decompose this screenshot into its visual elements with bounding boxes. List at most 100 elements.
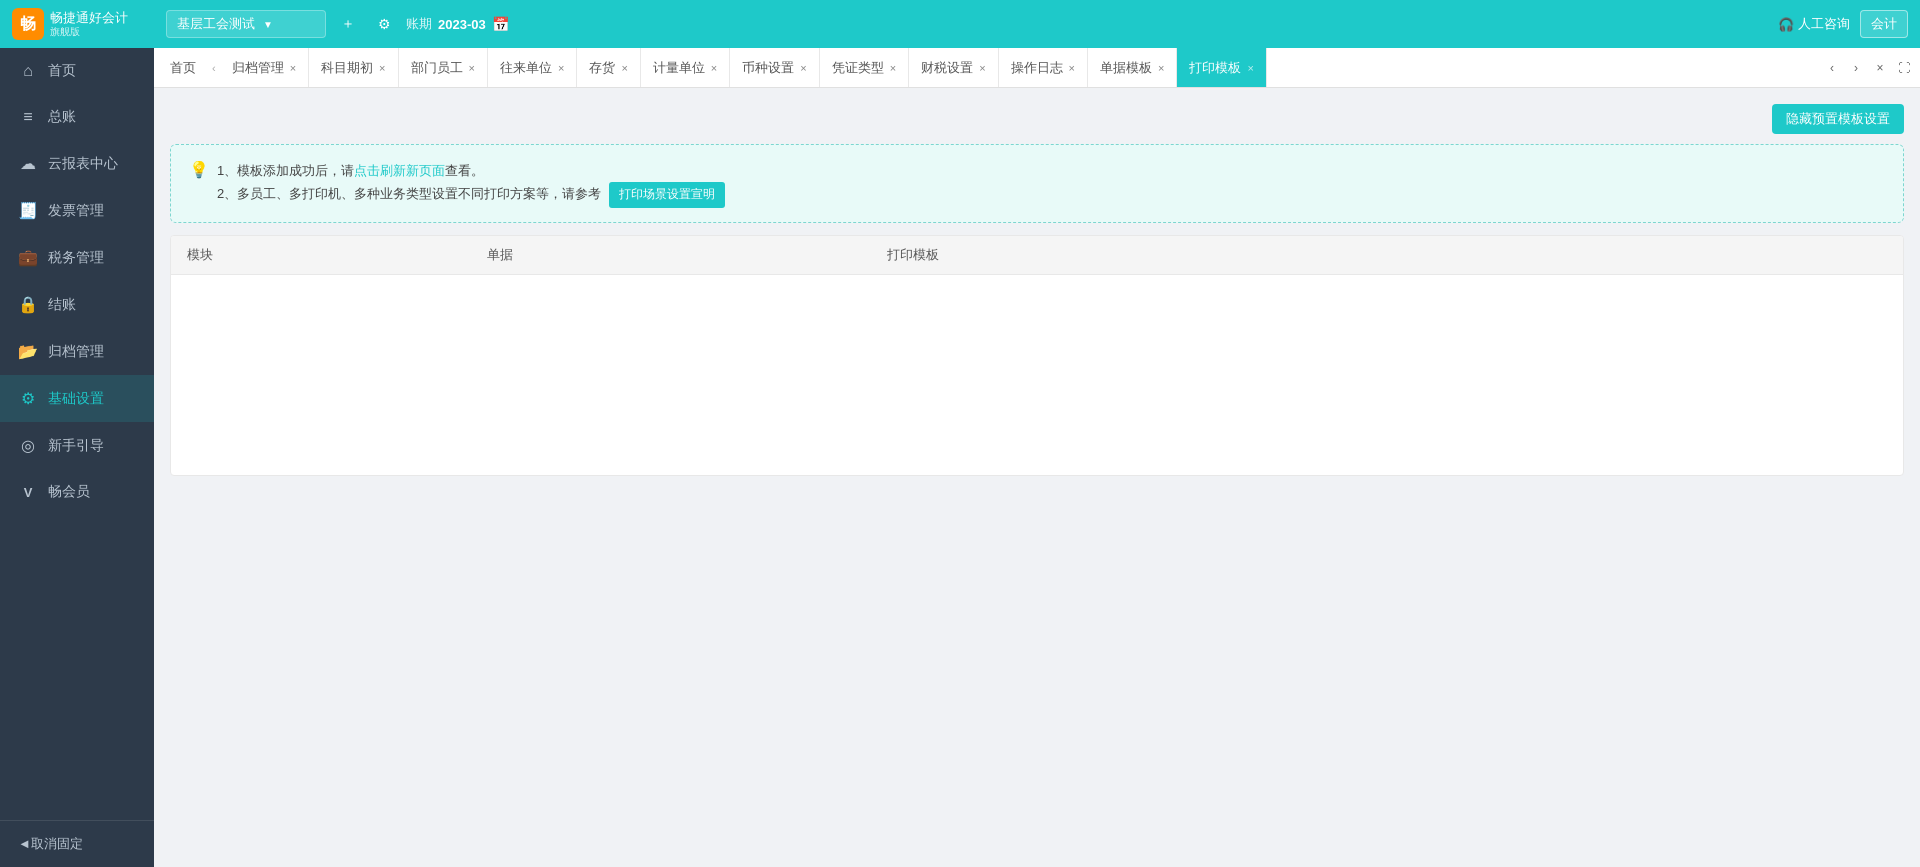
invoice-icon: 🧾 (18, 201, 38, 220)
tab-voucher[interactable]: 凭证类型 × (820, 48, 909, 88)
main-layout: ⌂ 首页 ≡ 总账 ☁ 云报表中心 🧾 发票管理 💼 税务管理 🔒 结账 📂 归… (0, 48, 1920, 867)
tab-inventory[interactable]: 存货 × (577, 48, 640, 88)
sidebar-label-settlement: 结账 (48, 296, 76, 314)
hide-template-button[interactable]: 隐藏预置模板设置 (1772, 104, 1904, 134)
tab-dept-close[interactable]: × (469, 62, 475, 74)
info-line1-suffix: 查看。 (445, 163, 484, 178)
sidebar-item-ledger[interactable]: ≡ 总账 (0, 94, 154, 140)
tab-voucher-close[interactable]: × (890, 62, 896, 74)
tab-single-form-label: 单据模板 (1100, 59, 1152, 77)
sidebar: ⌂ 首页 ≡ 总账 ☁ 云报表中心 🧾 发票管理 💼 税务管理 🔒 结账 📂 归… (0, 48, 154, 867)
content-area: 首页 ‹ 归档管理 × 科目期初 × 部门员工 × 往来单位 × 存货 × (154, 48, 1920, 867)
tab-single-form[interactable]: 单据模板 × (1088, 48, 1177, 88)
tab-print-template[interactable]: 打印模板 × (1177, 48, 1266, 88)
top-bar: 畅 畅捷通好会计 旗舰版 基层工会测试 ▼ ＋ ⚙ 账期 2023-03 📅 🎧… (0, 0, 1920, 48)
tab-dept-label: 部门员工 (411, 59, 463, 77)
tab-dept[interactable]: 部门员工 × (399, 48, 488, 88)
tab-subject[interactable]: 科目期初 × (309, 48, 398, 88)
service-label: 人工咨询 (1798, 15, 1850, 33)
sidebar-label-member: 畅会员 (48, 483, 90, 501)
sidebar-item-settlement[interactable]: 🔒 结账 (0, 281, 154, 328)
sidebar-label-home: 首页 (48, 62, 76, 80)
sidebar-label-reports: 云报表中心 (48, 155, 118, 173)
settlement-icon: 🔒 (18, 295, 38, 314)
company-selector[interactable]: 基层工会测试 ▼ (166, 10, 326, 38)
tab-subject-label: 科目期初 (321, 59, 373, 77)
company-name: 基层工会测试 (177, 15, 255, 33)
settings-icon[interactable]: ⚙ (370, 10, 398, 38)
cloud-icon: ☁ (18, 154, 38, 173)
sidebar-item-settings[interactable]: ⚙ 基础设置 (0, 375, 154, 422)
tab-currency-close[interactable]: × (800, 62, 806, 74)
archive-icon: 📂 (18, 342, 38, 361)
calendar-icon[interactable]: 📅 (492, 16, 509, 32)
tab-archive[interactable]: 归档管理 × (220, 48, 309, 88)
tab-expand-button[interactable]: ⛶ (1892, 48, 1916, 88)
sidebar-item-invoice[interactable]: 🧾 发票管理 (0, 187, 154, 234)
tab-oplog[interactable]: 操作日志 × (999, 48, 1088, 88)
top-action-row: 隐藏预置模板设置 (170, 104, 1904, 134)
period-area: 账期 2023-03 📅 (406, 15, 509, 33)
tab-archive-close[interactable]: × (290, 62, 296, 74)
tab-inventory-close[interactable]: × (621, 62, 627, 74)
ledger-icon: ≡ (18, 108, 38, 126)
unpin-button[interactable]: ◄取消固定 (0, 820, 154, 867)
sidebar-item-home[interactable]: ⌂ 首页 (0, 48, 154, 94)
tab-partner-close[interactable]: × (558, 62, 564, 74)
tab-currency[interactable]: 币种设置 × (730, 48, 819, 88)
unpin-label: ◄取消固定 (18, 835, 83, 853)
sidebar-item-tax[interactable]: 💼 税务管理 (0, 234, 154, 281)
tab-partner[interactable]: 往来单位 × (488, 48, 577, 88)
tab-single-form-close[interactable]: × (1158, 62, 1164, 74)
sidebar-label-settings: 基础设置 (48, 390, 104, 408)
tab-home-label: 首页 (170, 59, 196, 77)
tab-close-all-button[interactable]: × (1868, 48, 1892, 88)
account-button[interactable]: 会计 (1860, 10, 1908, 38)
tab-subject-close[interactable]: × (379, 62, 385, 74)
settings-sidebar-icon: ⚙ (18, 389, 38, 408)
sidebar-item-member[interactable]: V 畅会员 (0, 469, 154, 515)
tab-unit-close[interactable]: × (711, 62, 717, 74)
print-scene-button[interactable]: 打印场景设置宣明 (609, 182, 725, 208)
tab-home[interactable]: 首页 (158, 48, 208, 88)
sidebar-item-archive[interactable]: 📂 归档管理 (0, 328, 154, 375)
app-name: 畅捷通好会计 旗舰版 (50, 10, 128, 38)
info-box-row: 💡 1、模板添加成功后，请点击刷新新页面查看。 2、多员工、多打印机、多种业务类… (189, 159, 1885, 208)
tax-icon: 💼 (18, 248, 38, 267)
tab-tax-settings-label: 财税设置 (921, 59, 973, 77)
sidebar-label-archive: 归档管理 (48, 343, 104, 361)
tab-oplog-label: 操作日志 (1011, 59, 1063, 77)
col-document: 单据 (487, 246, 887, 264)
sidebar-item-reports[interactable]: ☁ 云报表中心 (0, 140, 154, 187)
tab-print-template-close[interactable]: × (1247, 62, 1253, 74)
info-line1-prefix: 1、模板添加成功后，请 (217, 163, 354, 178)
guide-icon: ◎ (18, 436, 38, 455)
company-dropdown-arrow: ▼ (263, 19, 273, 30)
info-text: 1、模板添加成功后，请点击刷新新页面查看。 2、多员工、多打印机、多种业务类型设… (217, 159, 725, 208)
add-company-button[interactable]: ＋ (334, 10, 362, 38)
tab-prev-button[interactable]: ‹ (1820, 48, 1844, 88)
tab-tax-settings-close[interactable]: × (979, 62, 985, 74)
col-print-template: 打印模板 (887, 246, 1887, 264)
headset-icon: 🎧 (1778, 17, 1794, 32)
tab-bar: 首页 ‹ 归档管理 × 科目期初 × 部门员工 × 往来单位 × 存货 × (154, 48, 1920, 88)
tab-separator: ‹ (208, 62, 220, 74)
info-box: 💡 1、模板添加成功后，请点击刷新新页面查看。 2、多员工、多打印机、多种业务类… (170, 144, 1904, 223)
tab-oplog-close[interactable]: × (1069, 62, 1075, 74)
tab-unit[interactable]: 计量单位 × (641, 48, 730, 88)
tab-next-button[interactable]: › (1844, 48, 1868, 88)
period-label: 账期 (406, 15, 432, 33)
member-icon: V (18, 485, 38, 500)
tab-actions: ‹ › × ⛶ (1820, 48, 1916, 88)
refresh-link[interactable]: 点击刷新新页面 (354, 163, 445, 178)
home-icon: ⌂ (18, 62, 38, 80)
table-body (171, 275, 1903, 475)
sidebar-label-ledger: 总账 (48, 108, 76, 126)
tab-tax-settings[interactable]: 财税设置 × (909, 48, 998, 88)
data-table: 模块 单据 打印模板 (170, 235, 1904, 476)
tab-voucher-label: 凭证类型 (832, 59, 884, 77)
col-module: 模块 (187, 246, 487, 264)
service-button[interactable]: 🎧 人工咨询 (1778, 15, 1850, 33)
sidebar-item-guide[interactable]: ◎ 新手引导 (0, 422, 154, 469)
tab-inventory-label: 存货 (589, 59, 615, 77)
